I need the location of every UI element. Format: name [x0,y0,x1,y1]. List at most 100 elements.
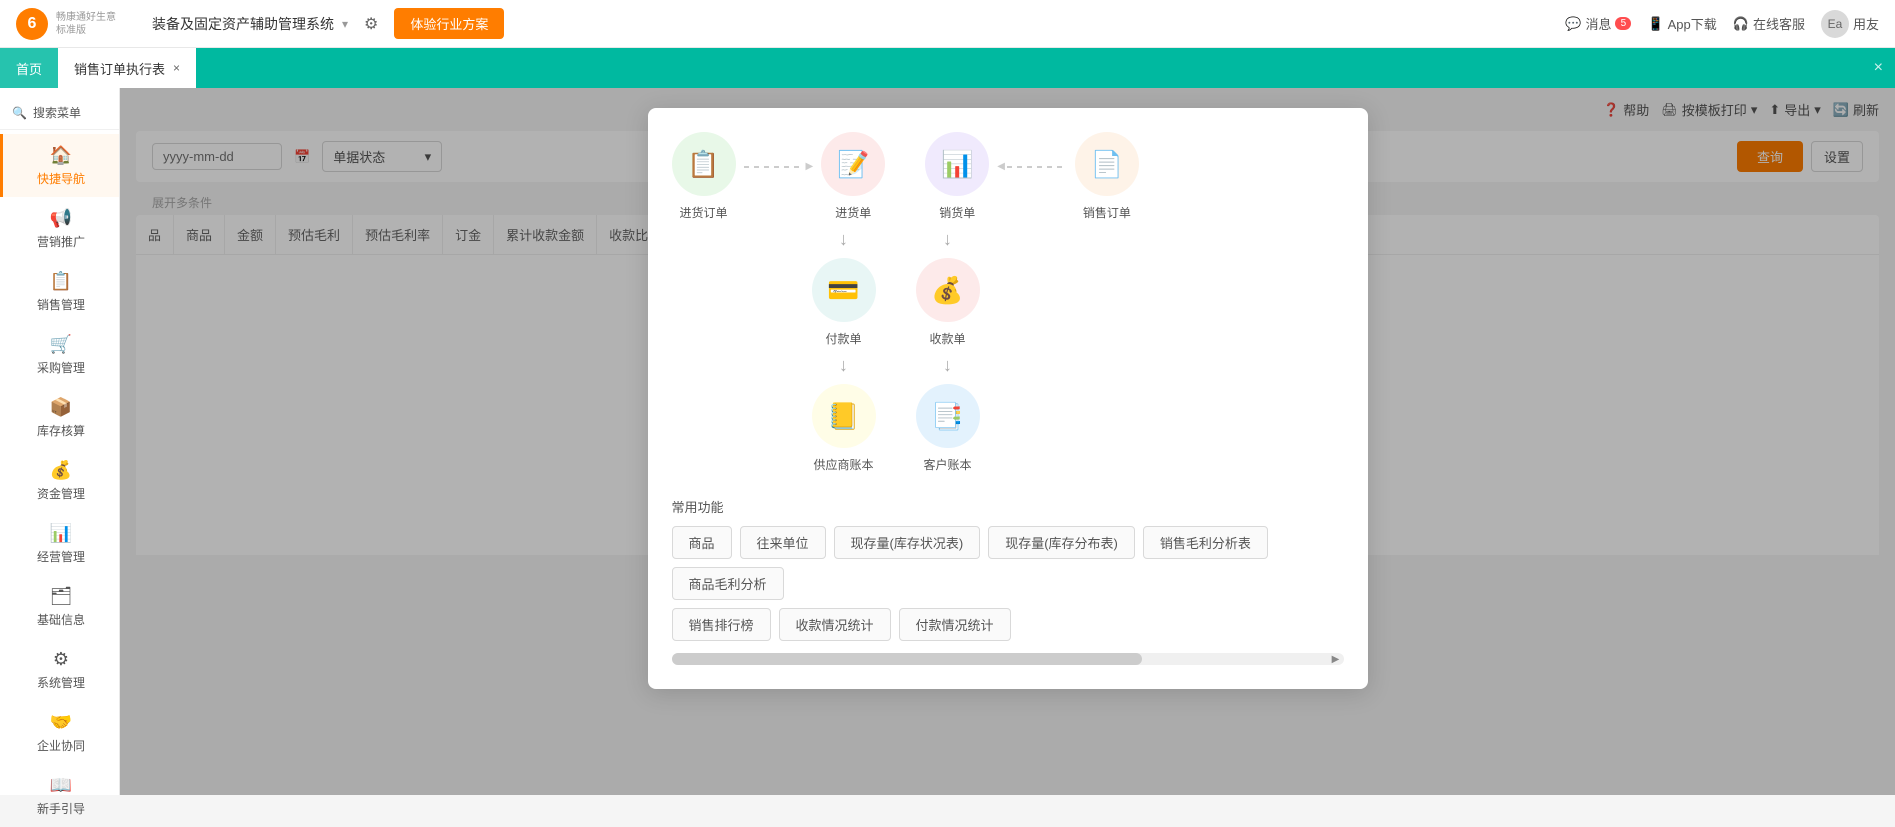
fn-sales-profit-table-button[interactable]: 销售毛利分析表 [1143,526,1268,559]
sidebar-item-basic-info[interactable]: 🗂 基础信息 [0,575,119,638]
sidebar-item-sales[interactable]: 📋 销售管理 [0,260,119,323]
sidebar-item-quick-nav-label: 快捷导航 [37,170,85,187]
sales-order-label: 销售订单 [1083,204,1131,221]
system-name: 装备及固定资产辅助管理系统 [152,14,334,34]
sidebar-item-enterprise[interactable]: 🤝 企业协同 [0,701,119,764]
common-functions-title: 常用功能 [672,497,1344,516]
sidebar-item-inventory-label: 库存核算 [37,422,85,439]
sales-icon: 📋 [50,270,72,292]
flow-node-receipt-bill[interactable]: 💰 收款单 [916,258,980,347]
sales-order-icon: 📄 [1075,132,1139,196]
app-sub: 标准版 [56,24,116,37]
basic-info-icon: 🗂 [50,585,72,607]
purchase-bill-icon: 📝 [821,132,885,196]
system-title-area: 装备及固定资产辅助管理系统 ▾ ⚙ [152,14,378,34]
tab-sales-order-exec-label: 销售订单执行表 [74,59,165,78]
enterprise-icon: 🤝 [50,711,72,733]
sales-bill-icon: 📊 [925,132,989,196]
sidebar-item-marketing[interactable]: 📢 营销推广 [0,197,119,260]
modal-dialog: 📋 进货订单 ▶ 📝 进货单 [648,108,1368,689]
purchase-bill-label: 进货单 [835,204,871,221]
search-menu-button[interactable]: 🔍 搜索菜单 [0,96,119,130]
trial-button[interactable]: 体验行业方案 [394,8,504,39]
customer-ledger-icon: 📑 [916,384,980,448]
purchase-order-icon: 📋 [672,132,736,196]
sales-bill-label: 销货单 [939,204,975,221]
customer-ledger-label: 客户账本 [923,456,971,473]
sidebar-item-finance-label: 资金管理 [37,485,85,502]
sidebar-item-newbie-label: 新手引导 [37,800,85,817]
scrollbar-thumb[interactable] [672,653,1142,665]
sidebar: 🔍 搜索菜单 🏠 快捷导航 📢 营销推广 📋 销售管理 🛒 采购管理 📦 库存核… [0,88,120,795]
fn-goods-profit-button[interactable]: 商品毛利分析 [672,567,784,600]
message-label: 消息 [1585,14,1611,33]
sidebar-item-system-label: 系统管理 [37,674,85,691]
logo-icon: 6 [16,8,48,40]
sidebar-item-basic-info-label: 基础信息 [37,611,85,628]
flow-node-sales-bill[interactable]: 📊 销货单 [925,132,989,221]
scroll-right-arrow-icon[interactable]: ▶ [1328,652,1344,666]
flow-node-customer-ledger[interactable]: 📑 客户账本 [916,384,980,473]
search-menu-label: 搜索菜单 [33,104,81,121]
sidebar-item-finance[interactable]: 💰 资金管理 [0,449,119,512]
app-download-button[interactable]: 📱 App下载 [1647,14,1716,33]
user-area[interactable]: Ea 用友 [1821,10,1879,38]
settings-icon[interactable]: ⚙ [364,14,378,34]
sidebar-item-newbie[interactable]: 📖 新手引导 [0,764,119,827]
flow-node-purchase-bill[interactable]: 📝 进货单 [821,132,885,221]
payment-bill-icon: 💳 [812,258,876,322]
flow-node-purchase-order[interactable]: 📋 进货订单 [672,132,736,221]
fn-counterparty-button[interactable]: 往来单位 [740,526,826,559]
fn-buttons-row-1: 商品 往来单位 现存量(库存状况表) 现存量(库存分布表) 销售毛利分析表 商品… [672,526,1344,600]
operations-icon: 📊 [50,522,72,544]
avatar: Ea [1821,10,1849,38]
online-service-label: 在线客服 [1753,14,1805,33]
receipt-bill-label: 收款单 [929,330,965,347]
tab-sales-order-exec[interactable]: 销售订单执行表 × [58,48,196,88]
tab-home-label: 首页 [16,59,42,78]
supplier-ledger-label: 供应商账本 [813,456,873,473]
sidebar-item-marketing-label: 营销推广 [37,233,85,250]
tab-home[interactable]: 首页 [0,48,58,88]
sidebar-item-enterprise-label: 企业协同 [37,737,85,754]
sidebar-item-purchase-label: 采购管理 [37,359,85,376]
newbie-icon: 📖 [50,774,72,796]
dropdown-arrow-icon[interactable]: ▾ [342,17,348,31]
sidebar-item-operations[interactable]: 📊 经营管理 [0,512,119,575]
fn-current-stock-status-button[interactable]: 现存量(库存状况表) [834,526,981,559]
headset-icon: 🎧 [1733,16,1749,32]
fn-receipt-stat-button[interactable]: 收款情况统计 [779,608,891,641]
purchase-icon: 🛒 [50,333,72,355]
common-functions-section: 常用功能 商品 往来单位 现存量(库存状况表) 现存量(库存分布表) 销售毛利分… [672,497,1344,641]
logo-text: 畅康通好生意 标准版 [56,11,116,37]
flow-node-supplier-ledger[interactable]: 📒 供应商账本 [812,384,876,473]
fn-goods-button[interactable]: 商品 [672,526,732,559]
sidebar-item-inventory[interactable]: 📦 库存核算 [0,386,119,449]
flow-node-sales-order[interactable]: 📄 销售订单 [1075,132,1139,221]
sidebar-item-sales-label: 销售管理 [37,296,85,313]
message-button[interactable]: 💬 消息 5 [1565,14,1631,33]
online-service-button[interactable]: 🎧 在线客服 [1733,14,1805,33]
flow-node-payment-bill[interactable]: 💳 付款单 [812,258,876,347]
app-download-label: App下载 [1668,14,1717,33]
tab-close-icon[interactable]: × [173,61,180,75]
modal-scrollbar[interactable]: ▶ [672,653,1344,665]
home-icon: 🏠 [50,144,72,166]
main-layout: 🔍 搜索菜单 🏠 快捷导航 📢 营销推广 📋 销售管理 🛒 采购管理 📦 库存核… [0,88,1895,795]
receipt-bill-icon: 💰 [916,258,980,322]
sidebar-item-quick-nav[interactable]: 🏠 快捷导航 [0,134,119,197]
logo-area: 6 畅康通好生意 标准版 [16,8,136,40]
fn-current-stock-dist-button[interactable]: 现存量(库存分布表) [988,526,1135,559]
fn-sales-ranking-button[interactable]: 销售排行榜 [672,608,771,641]
search-icon: 🔍 [12,106,27,120]
sidebar-item-system[interactable]: ⚙ 系统管理 [0,638,119,701]
marketing-icon: 📢 [50,207,72,229]
sidebar-item-purchase[interactable]: 🛒 采购管理 [0,323,119,386]
finance-icon: 💰 [50,459,72,481]
mobile-icon: 📱 [1647,16,1663,32]
tab-bar-right: × [1874,48,1895,88]
supplier-ledger-icon: 📒 [812,384,876,448]
top-header: 6 畅康通好生意 标准版 装备及固定资产辅助管理系统 ▾ ⚙ 体验行业方案 💬 … [0,0,1895,48]
fn-payment-stat-button[interactable]: 付款情况统计 [899,608,1011,641]
tab-bar-close-icon[interactable]: × [1874,59,1883,77]
